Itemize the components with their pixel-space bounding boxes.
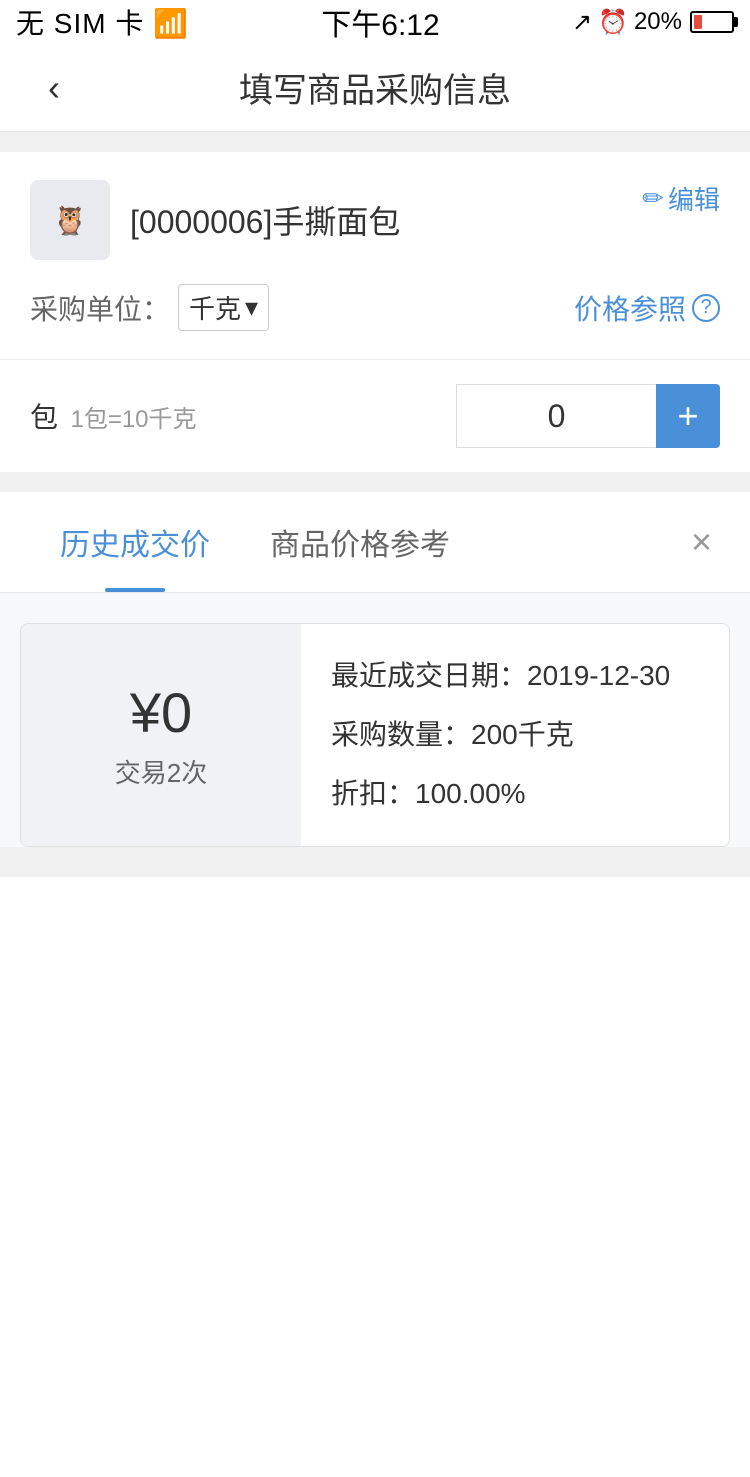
info-icon: ? bbox=[692, 294, 720, 322]
battery-icon bbox=[688, 11, 734, 33]
product-thumb-icon: 🦉 bbox=[53, 204, 88, 237]
back-icon: ‹ bbox=[48, 67, 60, 109]
unit-label: 采购单位： bbox=[30, 288, 170, 328]
status-bar: 无 SIM 卡 📶 下午6:12 ↗ ⏰ 20% bbox=[0, 0, 750, 44]
product-name: [0000006]手撕面包 bbox=[130, 197, 400, 243]
product-meta: 采购单位： 千克 ▾ 价格参照 ? bbox=[30, 284, 720, 331]
purchase-qty-row: 采购数量：200千克 bbox=[331, 715, 699, 754]
unit-select[interactable]: 千克 ▾ bbox=[178, 284, 269, 331]
price-reference-button[interactable]: 价格参照 ? bbox=[574, 288, 720, 328]
tabs-nav: 历史成交价 商品价格参考 bbox=[30, 492, 480, 592]
product-card: 🦉 [0000006]手撕面包 ✏ 编辑 采购单位： 千克 ▾ 价格参照 ? bbox=[0, 152, 750, 359]
qty-value: 200千克 bbox=[471, 719, 574, 750]
discount-row: 折扣：100.00% bbox=[331, 774, 699, 813]
price-ref-label: 价格参照 bbox=[574, 288, 686, 328]
alarm-icon: ⏰ bbox=[598, 8, 628, 37]
quantity-row: 包 1包=10千克 0 + bbox=[0, 359, 750, 472]
price-amount: ¥0 bbox=[130, 680, 192, 745]
tabs-header: 历史成交价 商品价格参考 × bbox=[0, 492, 750, 593]
unit-section: 采购单位： 千克 ▾ bbox=[30, 284, 269, 331]
page-bottom bbox=[0, 877, 750, 1477]
dropdown-icon: ▾ bbox=[245, 292, 258, 323]
status-right: ↗ ⏰ 20% bbox=[572, 8, 734, 37]
qty-label: 采购数量： bbox=[331, 719, 471, 750]
price-card: ¥0 交易2次 最近成交日期：2019-12-30 采购数量：200千克 折扣：… bbox=[20, 623, 730, 847]
price-summary: ¥0 交易2次 bbox=[21, 624, 301, 846]
location-icon: ↗ bbox=[572, 8, 592, 37]
qty-label-section: 包 1包=10千克 bbox=[30, 396, 197, 436]
recent-date-row: 最近成交日期：2019-12-30 bbox=[331, 656, 699, 695]
quantity-input[interactable]: 0 bbox=[456, 384, 656, 448]
tab-historical-price[interactable]: 历史成交价 bbox=[30, 492, 240, 592]
edit-icon: ✏ bbox=[642, 183, 664, 214]
recent-date-value: 2019-12-30 bbox=[527, 660, 670, 691]
product-info: 🦉 [0000006]手撕面包 bbox=[30, 180, 400, 260]
close-icon: × bbox=[691, 521, 712, 562]
back-button[interactable]: ‹ bbox=[30, 64, 78, 112]
product-header: 🦉 [0000006]手撕面包 ✏ 编辑 bbox=[30, 180, 720, 260]
product-thumbnail: 🦉 bbox=[30, 180, 110, 260]
discount-label: 折扣： bbox=[331, 778, 415, 809]
currency-symbol: ¥ bbox=[130, 681, 161, 744]
unit-value: 千克 bbox=[189, 289, 241, 326]
recent-date-label: 最近成交日期： bbox=[331, 660, 527, 691]
transaction-count: 交易2次 bbox=[115, 753, 207, 790]
status-left: 无 SIM 卡 📶 bbox=[16, 2, 189, 42]
qty-controls: 0 + bbox=[456, 384, 720, 448]
price-details: 最近成交日期：2019-12-30 采购数量：200千克 折扣：100.00% bbox=[301, 624, 729, 846]
tab-product-price-ref[interactable]: 商品价格参考 bbox=[240, 492, 480, 592]
tabs-close-button[interactable]: × bbox=[683, 513, 720, 571]
page-title: 填写商品采购信息 bbox=[78, 63, 672, 112]
tabs-section: 历史成交价 商品价格参考 × ¥0 交易2次 最近成交日期：2019-12-30… bbox=[0, 492, 750, 847]
package-label: 包 bbox=[30, 402, 58, 433]
edit-button[interactable]: ✏ 编辑 bbox=[642, 180, 720, 217]
plus-icon: + bbox=[677, 395, 698, 437]
amount-value: 0 bbox=[161, 681, 192, 744]
discount-value: 100.00% bbox=[415, 778, 526, 809]
qty-plus-button[interactable]: + bbox=[656, 384, 720, 448]
status-time: 下午6:12 bbox=[321, 0, 439, 44]
nav-bar: ‹ 填写商品采购信息 bbox=[0, 44, 750, 132]
battery-percent: 20% bbox=[634, 8, 682, 36]
package-conversion: 1包=10千克 bbox=[70, 406, 196, 433]
